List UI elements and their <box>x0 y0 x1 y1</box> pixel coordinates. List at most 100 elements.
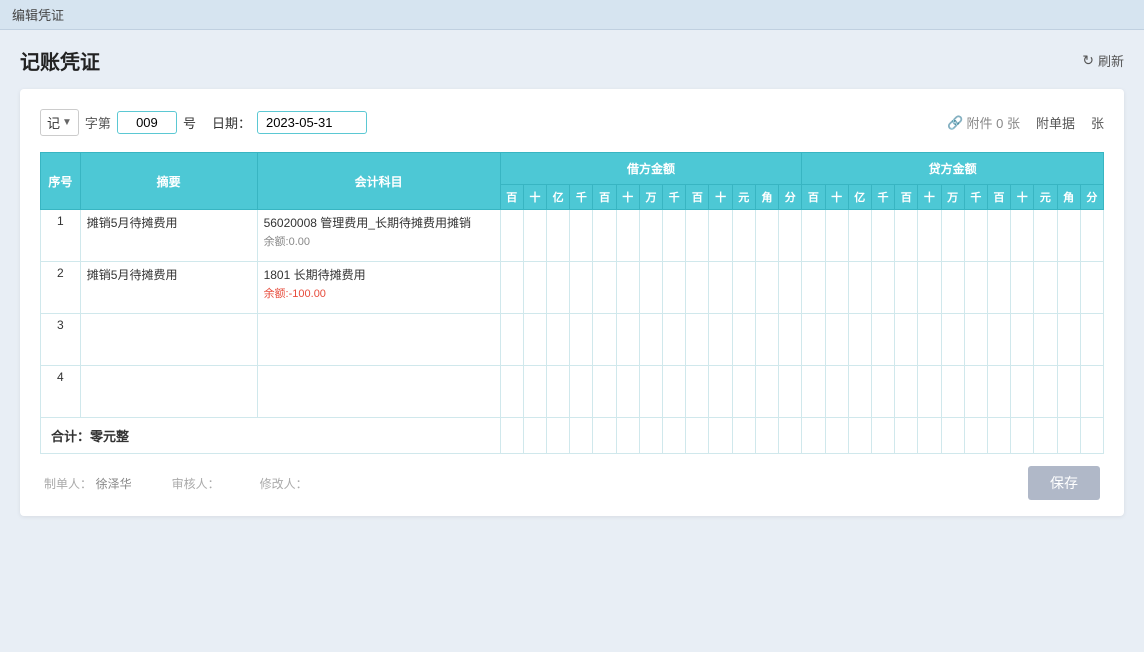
digit-cell-r4-d21[interactable] <box>964 366 987 418</box>
digit-cell-r1-d7[interactable] <box>639 210 662 262</box>
digit-cell-r1-d5[interactable] <box>593 210 616 262</box>
row-account-4[interactable] <box>257 366 500 418</box>
row-summary-4[interactable] <box>80 366 257 418</box>
digit-cell-r3-d20[interactable] <box>941 314 964 366</box>
digit-cell-r3-d22[interactable] <box>987 314 1010 366</box>
digit-cell-r1-d3[interactable] <box>547 210 570 262</box>
digit-cell-r4-d1[interactable] <box>500 366 523 418</box>
digit-cell-r2-d9[interactable] <box>686 262 709 314</box>
digit-cell-r4-d3[interactable] <box>547 366 570 418</box>
digit-cell-r3-d9[interactable] <box>686 314 709 366</box>
digit-cell-r4-d2[interactable] <box>523 366 546 418</box>
digit-cell-r1-d1[interactable] <box>500 210 523 262</box>
digit-cell-r4-d20[interactable] <box>941 366 964 418</box>
digit-cell-r1-d25[interactable] <box>1057 210 1080 262</box>
digit-cell-r1-d21[interactable] <box>964 210 987 262</box>
digit-cell-r1-d15[interactable] <box>825 210 848 262</box>
attach-link[interactable]: 🔗 附件 0 张 <box>947 113 1020 132</box>
digit-cell-r4-d9[interactable] <box>686 366 709 418</box>
digit-cell-r4-d25[interactable] <box>1057 366 1080 418</box>
digit-cell-r3-d26[interactable] <box>1080 314 1103 366</box>
digit-cell-r1-d13[interactable] <box>779 210 802 262</box>
digit-cell-r2-d20[interactable] <box>941 262 964 314</box>
digit-cell-r2-d13[interactable] <box>779 262 802 314</box>
digit-cell-r3-d21[interactable] <box>964 314 987 366</box>
digit-cell-r3-d4[interactable] <box>570 314 593 366</box>
digit-cell-r4-d5[interactable] <box>593 366 616 418</box>
digit-cell-r4-d12[interactable] <box>755 366 778 418</box>
digit-cell-r4-d7[interactable] <box>639 366 662 418</box>
digit-cell-r1-d20[interactable] <box>941 210 964 262</box>
digit-cell-r1-d6[interactable] <box>616 210 639 262</box>
voucher-type-select[interactable]: 记 ▼ <box>40 109 79 136</box>
digit-cell-r2-d2[interactable] <box>523 262 546 314</box>
digit-cell-r3-d7[interactable] <box>639 314 662 366</box>
date-input[interactable] <box>257 111 367 134</box>
digit-cell-r2-d19[interactable] <box>918 262 941 314</box>
digit-cell-r1-d11[interactable] <box>732 210 755 262</box>
digit-cell-r3-d1[interactable] <box>500 314 523 366</box>
row-account-3[interactable] <box>257 314 500 366</box>
digit-cell-r1-d24[interactable] <box>1034 210 1057 262</box>
digit-cell-r1-d18[interactable] <box>895 210 918 262</box>
digit-cell-r1-d16[interactable] <box>848 210 871 262</box>
digit-cell-r1-d26[interactable] <box>1080 210 1103 262</box>
row-summary-3[interactable] <box>80 314 257 366</box>
digit-cell-r4-d22[interactable] <box>987 366 1010 418</box>
digit-cell-r1-d23[interactable] <box>1011 210 1034 262</box>
digit-cell-r1-d10[interactable] <box>709 210 732 262</box>
voucher-number-input[interactable] <box>117 111 177 134</box>
digit-cell-r3-d13[interactable] <box>779 314 802 366</box>
digit-cell-r1-d12[interactable] <box>755 210 778 262</box>
digit-cell-r4-d23[interactable] <box>1011 366 1034 418</box>
save-button[interactable]: 保存 <box>1028 466 1100 500</box>
digit-cell-r3-d6[interactable] <box>616 314 639 366</box>
digit-cell-r2-d7[interactable] <box>639 262 662 314</box>
digit-cell-r2-d1[interactable] <box>500 262 523 314</box>
digit-cell-r3-d3[interactable] <box>547 314 570 366</box>
digit-cell-r3-d24[interactable] <box>1034 314 1057 366</box>
digit-cell-r3-d8[interactable] <box>663 314 686 366</box>
digit-cell-r3-d23[interactable] <box>1011 314 1034 366</box>
digit-cell-r3-d5[interactable] <box>593 314 616 366</box>
digit-cell-r2-d5[interactable] <box>593 262 616 314</box>
digit-cell-r1-d17[interactable] <box>871 210 894 262</box>
digit-cell-r3-d10[interactable] <box>709 314 732 366</box>
row-account-2[interactable]: 1801 长期待摊费用余额:-100.00 <box>257 262 500 314</box>
digit-cell-r3-d11[interactable] <box>732 314 755 366</box>
row-account-1[interactable]: 56020008 管理费用_长期待摊费用摊销余额:0.00 <box>257 210 500 262</box>
digit-cell-r2-d18[interactable] <box>895 262 918 314</box>
digit-cell-r2-d15[interactable] <box>825 262 848 314</box>
digit-cell-r1-d2[interactable] <box>523 210 546 262</box>
digit-cell-r2-d26[interactable] <box>1080 262 1103 314</box>
attach-btn[interactable]: 附单据 <box>1036 113 1075 132</box>
digit-cell-r4-d4[interactable] <box>570 366 593 418</box>
digit-cell-r4-d24[interactable] <box>1034 366 1057 418</box>
digit-cell-r3-d19[interactable] <box>918 314 941 366</box>
digit-cell-r4-d6[interactable] <box>616 366 639 418</box>
digit-cell-r3-d14[interactable] <box>802 314 825 366</box>
digit-cell-r1-d4[interactable] <box>570 210 593 262</box>
digit-cell-r2-d11[interactable] <box>732 262 755 314</box>
digit-cell-r2-d14[interactable] <box>802 262 825 314</box>
digit-cell-r4-d15[interactable] <box>825 366 848 418</box>
digit-cell-r2-d21[interactable] <box>964 262 987 314</box>
digit-cell-r4-d11[interactable] <box>732 366 755 418</box>
digit-cell-r2-d4[interactable] <box>570 262 593 314</box>
digit-cell-r2-d6[interactable] <box>616 262 639 314</box>
digit-cell-r1-d8[interactable] <box>663 210 686 262</box>
digit-cell-r1-d9[interactable] <box>686 210 709 262</box>
digit-cell-r3-d15[interactable] <box>825 314 848 366</box>
digit-cell-r2-d3[interactable] <box>547 262 570 314</box>
digit-cell-r3-d17[interactable] <box>871 314 894 366</box>
digit-cell-r2-d25[interactable] <box>1057 262 1080 314</box>
digit-cell-r4-d8[interactable] <box>663 366 686 418</box>
digit-cell-r2-d10[interactable] <box>709 262 732 314</box>
digit-cell-r3-d25[interactable] <box>1057 314 1080 366</box>
digit-cell-r3-d2[interactable] <box>523 314 546 366</box>
digit-cell-r2-d22[interactable] <box>987 262 1010 314</box>
digit-cell-r4-d26[interactable] <box>1080 366 1103 418</box>
digit-cell-r2-d23[interactable] <box>1011 262 1034 314</box>
digit-cell-r1-d14[interactable] <box>802 210 825 262</box>
digit-cell-r2-d17[interactable] <box>871 262 894 314</box>
